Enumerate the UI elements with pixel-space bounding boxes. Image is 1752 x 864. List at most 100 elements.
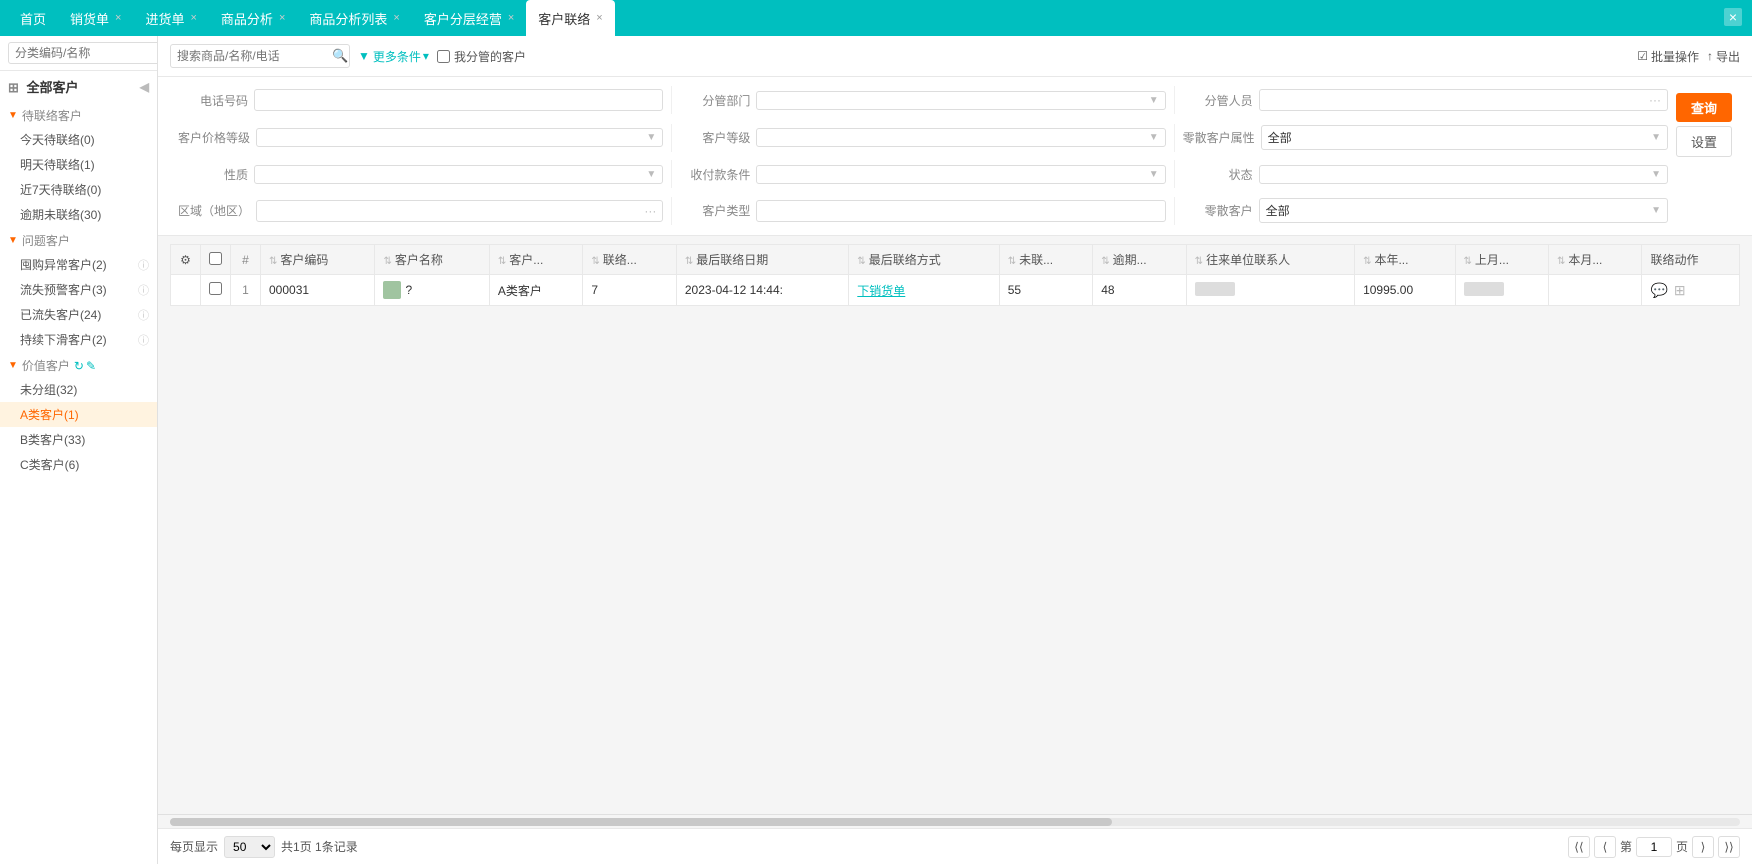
col-overdue[interactable]: ⇅逾期... (1093, 245, 1186, 275)
region-dots: ··· (644, 204, 656, 218)
pg-first-btn[interactable]: ⟨⟨ (1568, 836, 1590, 858)
col-this-month[interactable]: ⇅本月... (1549, 245, 1642, 275)
tab-analysis-list[interactable]: 商品分析列表 × (297, 0, 411, 36)
sidebar-all-customers[interactable]: ⊞ 全部客户 ◀ (0, 71, 157, 102)
col-uncontacted[interactable]: ⇅未联... (999, 245, 1092, 275)
tab-purchase[interactable]: 进货单 × (133, 0, 208, 36)
close-all-tabs[interactable]: × (1724, 8, 1742, 26)
tab-customer-contact[interactable]: 客户联络 × (526, 0, 614, 36)
row-this-month (1549, 275, 1642, 306)
export-btn[interactable]: ↑ 导出 (1707, 48, 1740, 65)
sidebar-item-7days[interactable]: 近7天待联络(0) (0, 177, 157, 202)
tab-analysis[interactable]: 商品分析 × (209, 0, 297, 36)
row-select-checkbox[interactable] (209, 282, 222, 295)
pg-next-btn[interactable]: ⟩ (1692, 836, 1714, 858)
sidebar-item-ungrouped[interactable]: 未分组(32) (0, 377, 157, 402)
filter-phone: 电话号码 (170, 85, 671, 115)
my-customers-checkbox[interactable] (437, 50, 450, 63)
refresh-icon[interactable]: ↻ (74, 359, 84, 373)
col-last-month[interactable]: ⇅上月... (1455, 245, 1548, 275)
sidebar-item-churned[interactable]: 已流失客户(24) ⓘ (0, 302, 157, 327)
tab-analysis-label: 商品分析 (221, 9, 273, 28)
col-grade[interactable]: ⇅客户... (489, 245, 582, 275)
nature-select[interactable]: ▼ (254, 165, 663, 184)
edit-value-icon[interactable]: ✎ (86, 359, 96, 373)
main-search-input[interactable] (177, 49, 332, 63)
tab-sales-label: 销货单 (70, 9, 109, 28)
sidebar-group-problem[interactable]: ▼ 问题客户 (0, 227, 157, 252)
page-input[interactable] (1636, 837, 1672, 857)
tab-customer-tier-close[interactable]: × (508, 12, 514, 24)
payment-select[interactable]: ▼ (756, 165, 1165, 184)
col-contact-count[interactable]: ⇅联络... (583, 245, 676, 275)
sidebar-item-churn-warning[interactable]: 流失预警客户(3) ⓘ (0, 277, 157, 302)
my-customers-toggle[interactable]: 我分管的客户 (437, 48, 526, 65)
col-checkbox[interactable] (201, 245, 231, 275)
tab-customer-tier[interactable]: 客户分层经营 × (412, 0, 526, 36)
retail-attr-select[interactable]: 全部 ▼ (1261, 125, 1668, 150)
tab-customer-contact-close[interactable]: × (596, 12, 602, 24)
col-last-contact-date[interactable]: ⇅最后联络日期 (676, 245, 848, 275)
pg-last-btn[interactable]: ⟩⟩ (1718, 836, 1740, 858)
per-page-select[interactable]: 50 100 200 (224, 836, 275, 858)
tab-home[interactable]: 首页 (8, 0, 58, 36)
sidebar-item-a-class[interactable]: A类客户(1) (0, 402, 157, 427)
cust-grade-select[interactable]: ▼ (756, 128, 1165, 147)
query-button[interactable]: 查询 (1676, 93, 1732, 122)
row-last-contact-method[interactable]: 下销货单 (849, 275, 999, 306)
status-label: 状态 (1183, 166, 1253, 183)
sidebar-group-pending[interactable]: ▼ 待联络客户 (0, 102, 157, 127)
row-code[interactable]: 000031 (261, 275, 375, 306)
col-name[interactable]: ⇅客户名称 (375, 245, 489, 275)
sidebar-search-input[interactable] (8, 42, 158, 64)
batch-op-btn[interactable]: ☑ 批量操作 (1637, 48, 1699, 65)
col-this-year[interactable]: ⇅本年... (1355, 245, 1455, 275)
scroll-thumb[interactable] (170, 818, 1112, 826)
price-grade-label: 客户价格等级 (178, 129, 250, 146)
phone-input[interactable] (254, 89, 663, 111)
status-select[interactable]: ▼ (1259, 165, 1668, 184)
sidebar-item-c-class[interactable]: C类客户(6) (0, 452, 157, 477)
region-select[interactable]: ··· (256, 200, 663, 222)
pg-prev-btn[interactable]: ⟨ (1594, 836, 1616, 858)
group-value-label: 价值客户 (22, 357, 70, 374)
tab-analysis-list-close[interactable]: × (393, 12, 399, 24)
manager-input[interactable]: ··· (1259, 89, 1668, 111)
row-checkbox[interactable] (201, 275, 231, 306)
filter-manager: 分管人员 ··· (1175, 85, 1676, 115)
retail-select[interactable]: 全部 ▼ (1259, 198, 1668, 223)
main-search-icon[interactable]: 🔍 (332, 48, 348, 64)
sidebar-item-overdue[interactable]: 逾期未联络(30) (0, 202, 157, 227)
sidebar-item-tomorrow[interactable]: 明天待联络(1) (0, 152, 157, 177)
col-gear[interactable]: ⚙ (171, 245, 201, 275)
info-icon-2: ⓘ (138, 282, 149, 298)
filter-icon: ▼ (358, 49, 370, 63)
col-code[interactable]: ⇅客户编码 (261, 245, 375, 275)
more-filters-btn[interactable]: ▼ 更多条件 ▾ (358, 48, 429, 65)
tab-purchase-close[interactable]: × (190, 12, 196, 24)
sidebar-item-abnormal[interactable]: 囤购异常客户(2) ⓘ (0, 252, 157, 277)
action-chat-icon[interactable]: 💬 (1650, 282, 1667, 299)
cust-type-input[interactable] (756, 200, 1165, 222)
select-all-checkbox[interactable] (209, 252, 222, 265)
row-name[interactable]: ? (375, 275, 489, 306)
dept-select[interactable]: ▼ (756, 91, 1165, 110)
col-contact-person[interactable]: ⇅往来单位联系人 (1186, 245, 1354, 275)
sidebar-item-declining[interactable]: 持续下滑客户(2) ⓘ (0, 327, 157, 352)
tab-sales-close[interactable]: × (115, 12, 121, 24)
scroll-track[interactable] (170, 818, 1740, 826)
price-grade-select[interactable]: ▼ (256, 128, 663, 147)
table-header-row: ⚙ # ⇅客户编码 ⇅客户名称 ⇅客户... ⇅联络... ⇅最后联络日期 ⇅最… (171, 245, 1740, 275)
sidebar-group-value[interactable]: ▼ 价值客户 ↻ ✎ (0, 352, 157, 377)
sidebar-item-today[interactable]: 今天待联络(0) (0, 127, 157, 152)
settings-button[interactable]: 设置 (1676, 126, 1732, 157)
arrow-icon2: ▼ (8, 235, 18, 246)
action-link-icon[interactable]: ⊞ (1674, 282, 1686, 299)
info-icon-3: ⓘ (138, 307, 149, 323)
top-nav: 首页 销货单 × 进货单 × 商品分析 × 商品分析列表 × 客户分层经营 × … (0, 0, 1752, 36)
tab-sales[interactable]: 销货单 × (58, 0, 133, 36)
sidebar-collapse-btn[interactable]: ◀ (140, 80, 149, 94)
tab-analysis-close[interactable]: × (279, 12, 285, 24)
col-last-contact-method[interactable]: ⇅最后联络方式 (849, 245, 999, 275)
sidebar-item-b-class[interactable]: B类客户(33) (0, 427, 157, 452)
